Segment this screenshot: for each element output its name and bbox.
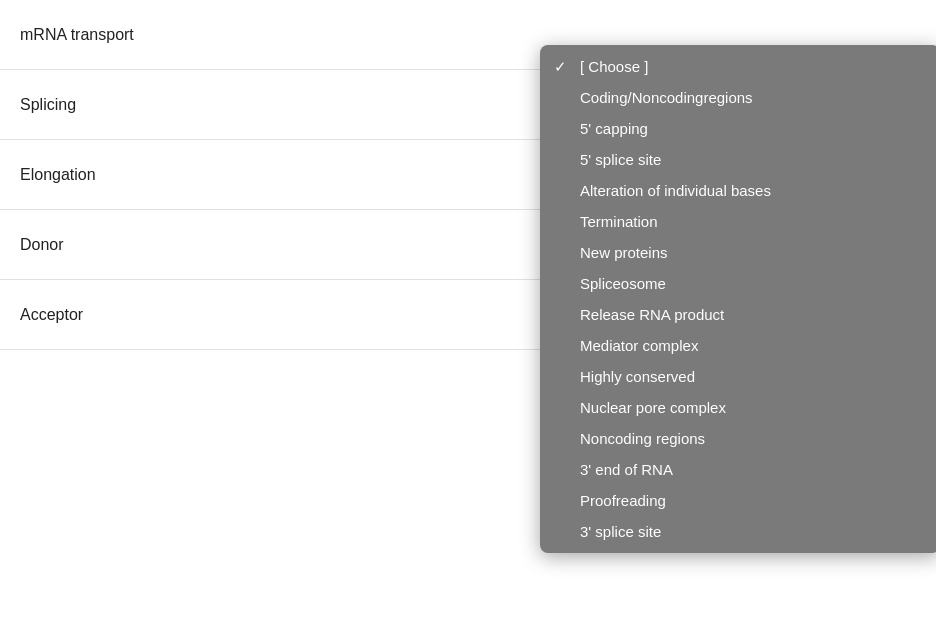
table-row: mRNA transport [ Choose ] Coding/Noncodi… <box>0 0 936 70</box>
dropdown-item-alteration[interactable]: Alteration of individual bases <box>540 175 936 206</box>
main-table: mRNA transport [ Choose ] Coding/Noncodi… <box>0 0 936 350</box>
dropdown-item-coding[interactable]: Coding/Noncodingregions <box>540 82 936 113</box>
dropdown-item-five-capping[interactable]: 5' capping <box>540 113 936 144</box>
dropdown-item-new-proteins[interactable]: New proteins <box>540 237 936 268</box>
dropdown-item-proofreading[interactable]: Proofreading <box>540 485 936 516</box>
dropdown-item-termination[interactable]: Termination <box>540 206 936 237</box>
dropdown-item-five-splice[interactable]: 5' splice site <box>540 144 936 175</box>
row-label-donor: Donor <box>20 236 220 254</box>
dropdown-item-spliceosome[interactable]: Spliceosome <box>540 268 936 299</box>
row-label-mrna: mRNA transport <box>20 26 220 44</box>
dropdown-item-three-end[interactable]: 3' end of RNA <box>540 454 936 485</box>
dropdown-item-noncoding[interactable]: Noncoding regions <box>540 423 936 454</box>
dropdown-item-release-rna[interactable]: Release RNA product <box>540 299 936 330</box>
row-label-elongation: Elongation <box>20 166 220 184</box>
dropdown-item-highly-conserved[interactable]: Highly conserved <box>540 361 936 392</box>
row-label-acceptor: Acceptor <box>20 306 220 324</box>
dropdown-item-three-splice[interactable]: 3' splice site <box>540 516 936 547</box>
row-label-splicing: Splicing <box>20 96 220 114</box>
dropdown-menu[interactable]: [ Choose ] Coding/Noncodingregions 5' ca… <box>540 45 936 553</box>
dropdown-item-nuclear-pore[interactable]: Nuclear pore complex <box>540 392 936 423</box>
dropdown-item-mediator[interactable]: Mediator complex <box>540 330 936 361</box>
dropdown-item-choose[interactable]: [ Choose ] <box>540 51 936 82</box>
